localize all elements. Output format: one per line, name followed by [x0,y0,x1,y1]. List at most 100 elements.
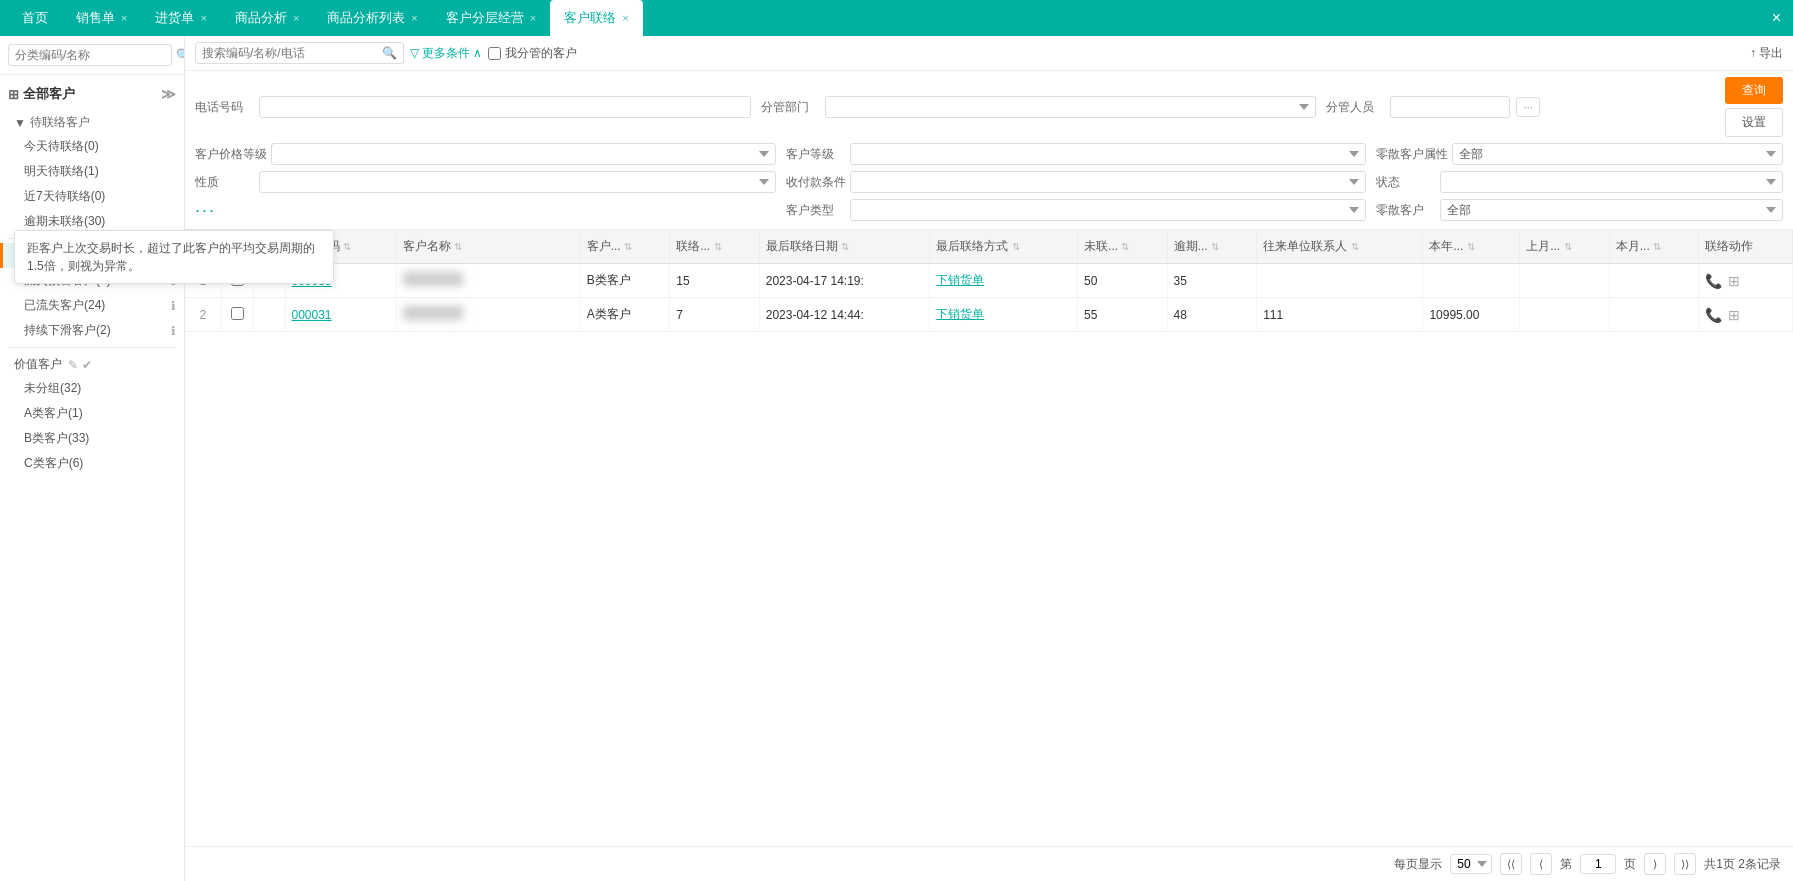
edit-icon[interactable]: ✎ [68,358,78,372]
nav-item-purchase[interactable]: 进货单 × [141,0,220,36]
nav-item-customer-tier[interactable]: 客户分层经营 × [432,0,550,36]
price-level-select[interactable] [271,143,776,165]
settings-button[interactable]: 设置 [1725,108,1783,137]
sort-last-date-icon[interactable]: ⇅ [841,241,849,252]
sidebar-fold-icon[interactable]: ≫ [161,86,176,102]
payment-select[interactable] [850,171,1367,193]
total-records: 共1页 2条记录 [1704,856,1781,873]
phone-input[interactable] [259,96,751,118]
value-group-section[interactable]: 价值客户 ✎ ✔ [0,352,184,376]
filter-price-level: 客户价格等级 [195,143,776,165]
sidebar-item-class-a[interactable]: A类客户(1) [0,401,184,426]
next-page-button[interactable]: ⟩ [1644,853,1666,875]
row2-actions: 📞 ⊞ [1699,298,1793,332]
first-page-button[interactable]: ⟨⟨ [1500,853,1522,875]
sort-contact-icon[interactable]: ⇅ [714,241,722,252]
my-customers-checkbox[interactable] [488,47,501,60]
customer-level-select[interactable] [850,143,1367,165]
sort-code-icon[interactable]: ⇅ [343,241,351,252]
sort-last-method-icon[interactable]: ⇅ [1012,241,1020,252]
nav-item-product-analysis[interactable]: 商品分析 × [221,0,313,36]
sidebar: 🔍 ⊞ 全部客户 ≫ ▼ 待联络客户 今天待联络(0) 明天待联络(1) 近7天… [0,36,185,881]
sidebar-search-input[interactable] [8,44,172,66]
close-sales-icon[interactable]: × [121,12,127,24]
close-purchase-icon[interactable]: × [200,12,206,24]
prev-page-button[interactable]: ⟨ [1530,853,1552,875]
nav-item-customer-contact[interactable]: 客户联络 × [550,0,642,36]
filter-more-indicator[interactable]: ··· [195,200,216,221]
th-contact[interactable]: 联络... ⇅ [670,230,760,264]
th-type[interactable]: 客户... ⇅ [580,230,670,264]
sort-this-year-icon[interactable]: ⇅ [1467,241,1475,252]
row2-last-method[interactable]: 下销货单 [930,298,1078,332]
row2-call-icon[interactable]: 📞 [1705,307,1722,323]
th-contact-person[interactable]: 往来单位联系人 ⇅ [1257,230,1423,264]
th-this-month[interactable]: 本月... ⇅ [1609,230,1699,264]
row2-code[interactable]: 000031 [285,298,396,332]
person-ellipsis-icon[interactable]: ··· [1516,97,1540,117]
row2-name-blurred [403,306,463,320]
export-button[interactable]: ↑ 导出 [1750,45,1783,62]
row1-last-method[interactable]: 下销货单 [930,264,1078,298]
sidebar-item-ungroup[interactable]: 未分组(32) [0,376,184,401]
sidebar-item-class-b[interactable]: B类客户(33) [0,426,184,451]
sort-overdue-icon[interactable]: ⇅ [1211,241,1219,252]
page-number-input[interactable] [1580,854,1616,874]
th-overdue[interactable]: 逾期... ⇅ [1167,230,1257,264]
th-last-date[interactable]: 最后联络日期 ⇅ [759,230,929,264]
sidebar-item-churned[interactable]: 已流失客户(24) ℹ [0,293,184,318]
row2-name[interactable] [396,298,580,332]
sort-last-month-icon[interactable]: ⇅ [1564,241,1572,252]
customer-type-select[interactable] [850,199,1367,221]
more-filters-button[interactable]: ▽ 更多条件 ∧ [410,45,482,62]
sort-contact-person-icon[interactable]: ⇅ [1351,241,1359,252]
row2-last-date: 2023-04-12 14:44: [759,298,929,332]
row1-link-icon[interactable]: ⊞ [1728,273,1740,289]
row2-link-icon[interactable]: ⊞ [1728,307,1740,323]
last-page-button[interactable]: ⟩⟩ [1674,853,1696,875]
sidebar-search-icon[interactable]: 🔍 [176,48,185,62]
close-all-tabs-button[interactable]: × [1772,9,1781,27]
query-button[interactable]: 查询 [1725,77,1783,104]
th-last-method[interactable]: 最后联络方式 ⇅ [930,230,1078,264]
pending-group-title[interactable]: ▼ 待联络客户 [0,109,184,134]
phone-label: 电话号码 [195,99,255,116]
row1-call-icon[interactable]: 📞 [1705,273,1722,289]
main-search-input[interactable] [202,46,382,60]
retail-customer-select[interactable]: 全部 [1440,199,1783,221]
retail-attr-select[interactable]: 全部 [1452,143,1783,165]
sort-this-month-icon[interactable]: ⇅ [1653,241,1661,252]
sort-type-icon[interactable]: ⇅ [624,241,632,252]
close-product-analysis-icon[interactable]: × [293,12,299,24]
info-icon-3: ℹ [171,299,176,313]
nature-select[interactable] [259,171,776,193]
row2-check[interactable] [221,298,253,332]
dept-select[interactable] [825,96,1317,118]
close-product-list-icon[interactable]: × [411,12,417,24]
nav-item-home[interactable]: 首页 [8,0,62,36]
close-customer-contact-icon[interactable]: × [622,12,628,24]
row1-name[interactable] [396,264,580,298]
th-this-year[interactable]: 本年... ⇅ [1423,230,1520,264]
sidebar-item-class-c[interactable]: C类客户(6) [0,451,184,476]
th-name[interactable]: 客户名称 ⇅ [396,230,580,264]
th-last-month[interactable]: 上月... ⇅ [1520,230,1610,264]
sidebar-item-today[interactable]: 今天待联络(0) [0,134,184,159]
nav-item-sales[interactable]: 销售单 × [62,0,141,36]
person-input[interactable] [1390,96,1510,118]
sidebar-item-tomorrow[interactable]: 明天待联络(1) [0,159,184,184]
close-customer-tier-icon[interactable]: × [530,12,536,24]
row1-not-contact: 50 [1078,264,1168,298]
sort-name-icon[interactable]: ⇅ [454,241,462,252]
main-search-icon[interactable]: 🔍 [382,46,397,60]
status-select[interactable] [1440,171,1783,193]
page-size-select[interactable]: 50 [1450,854,1492,874]
row2-checkbox[interactable] [231,307,244,320]
nav-item-product-list[interactable]: 商品分析列表 × [313,0,431,36]
check-icon[interactable]: ✔ [82,358,92,372]
sort-not-contact-icon[interactable]: ⇅ [1121,241,1129,252]
sidebar-item-7days[interactable]: 近7天待联络(0) [0,184,184,209]
sidebar-item-declining[interactable]: 持续下滑客户(2) ℹ [0,318,184,343]
all-customers-title[interactable]: ⊞ 全部客户 ≫ [0,79,184,109]
th-not-contact[interactable]: 未联... ⇅ [1078,230,1168,264]
